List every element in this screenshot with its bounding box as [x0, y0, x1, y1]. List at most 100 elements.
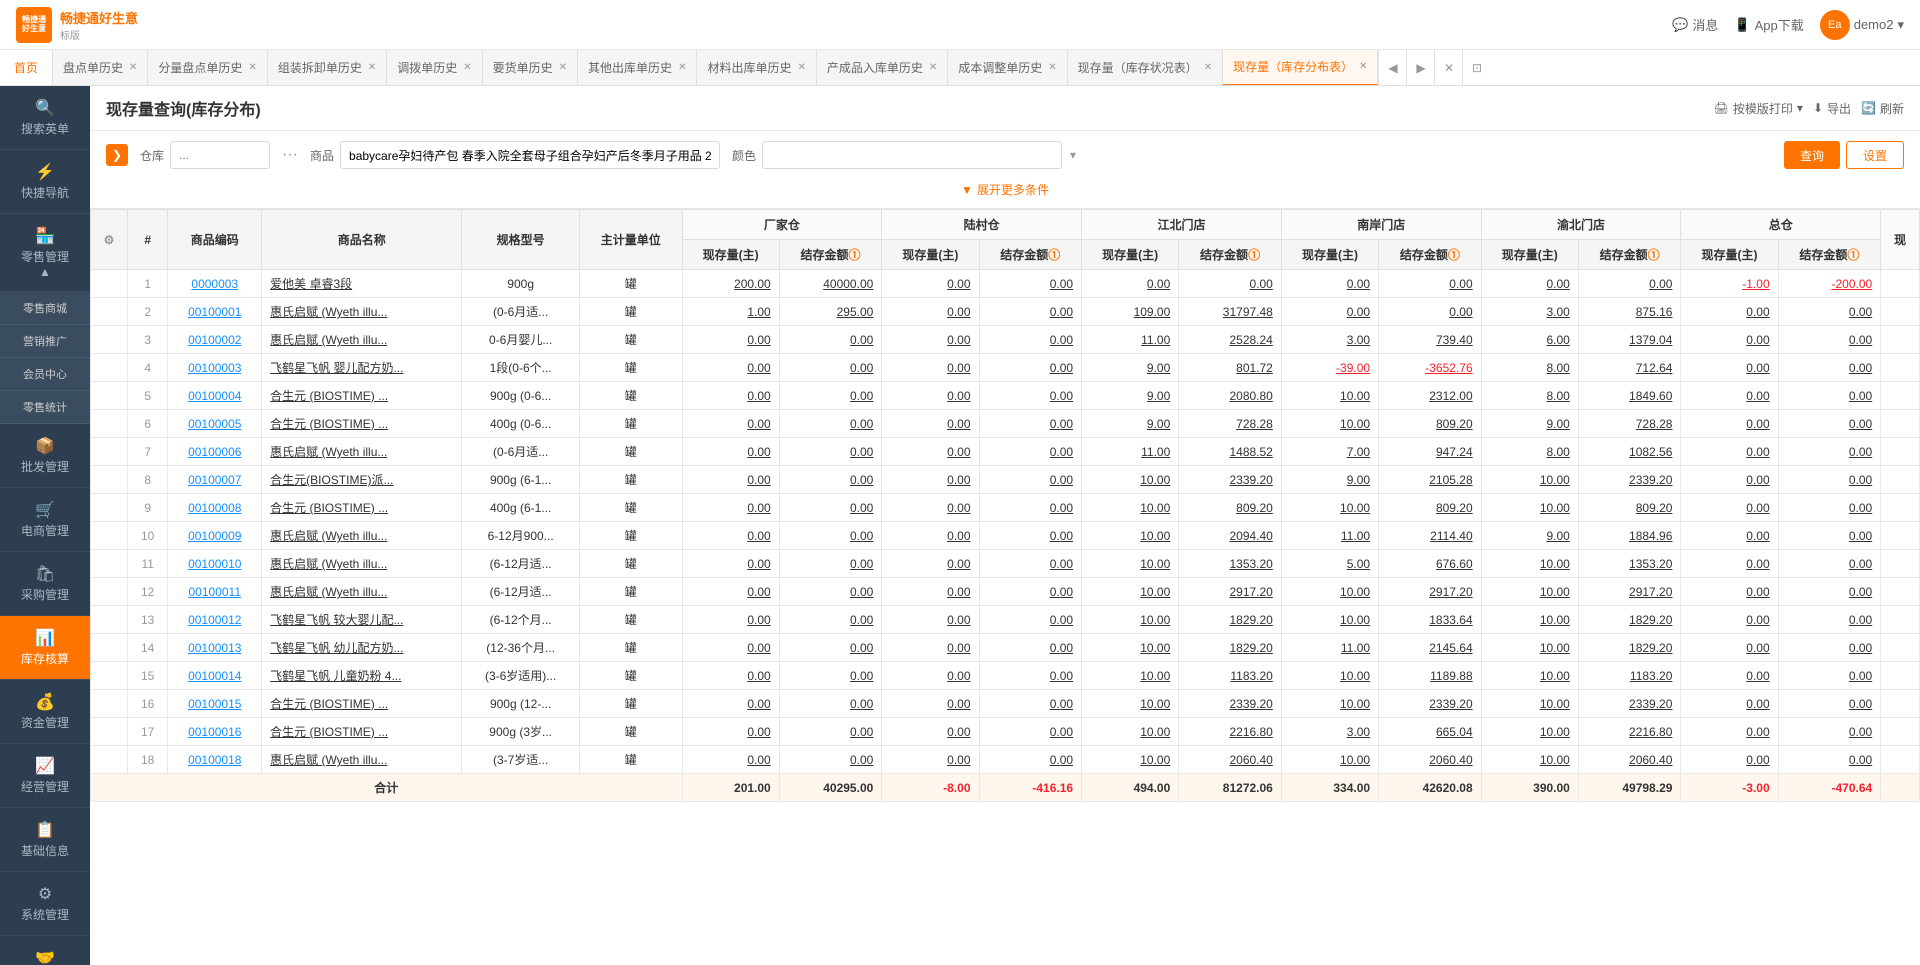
- row-name[interactable]: 合生元(BIOSTIME)派...: [262, 466, 462, 494]
- row-check[interactable]: [91, 690, 128, 718]
- row-check[interactable]: [91, 746, 128, 774]
- row-code[interactable]: 0000003: [168, 270, 262, 298]
- tab-close-all-btn[interactable]: ✕: [1434, 50, 1462, 86]
- row-name[interactable]: 惠氏启赋 (Wyeth illu...: [262, 578, 462, 606]
- app-download-btn[interactable]: 📱 App下载: [1734, 15, 1803, 34]
- setting-button[interactable]: 设置: [1846, 141, 1904, 169]
- sidebar-item-finance[interactable]: 💰 资金管理: [0, 680, 90, 744]
- tab-material-out[interactable]: 材料出库单历史✕: [697, 50, 816, 86]
- sidebar-item-marketing[interactable]: 营销推广: [0, 325, 90, 358]
- tab-close-adjust[interactable]: ✕: [463, 62, 471, 73]
- color-input[interactable]: [762, 141, 1062, 169]
- search-button[interactable]: 查询: [1784, 141, 1840, 169]
- sidebar-item-retail[interactable]: 🏪 零售管理 ▲: [0, 214, 90, 292]
- row-name[interactable]: 合生元 (BIOSTIME) ...: [262, 690, 462, 718]
- row-name[interactable]: 合生元 (BIOSTIME) ...: [262, 410, 462, 438]
- row-check[interactable]: [91, 410, 128, 438]
- row-name[interactable]: 飞鹤星飞帆 较大婴儿配...: [262, 606, 462, 634]
- row-check[interactable]: [91, 662, 128, 690]
- tab-close-split[interactable]: ✕: [248, 62, 256, 73]
- message-btn[interactable]: 💬 消息: [1672, 15, 1718, 34]
- row-check[interactable]: [91, 326, 128, 354]
- tab-close-stock-dist[interactable]: ✕: [1359, 61, 1367, 72]
- row-code[interactable]: 00100009: [168, 522, 262, 550]
- tab-adjust[interactable]: 调拨单历史✕: [387, 50, 482, 86]
- row-code[interactable]: 00100007: [168, 466, 262, 494]
- tab-close-stock-status[interactable]: ✕: [1204, 62, 1212, 73]
- row-code[interactable]: 00100005: [168, 410, 262, 438]
- sidebar-item-mall[interactable]: 零售商城: [0, 292, 90, 325]
- row-code[interactable]: 00100001: [168, 298, 262, 326]
- row-name[interactable]: 爱他美 卓睿3段: [262, 270, 462, 298]
- sidebar-item-system[interactable]: ⚙ 系统管理: [0, 872, 90, 936]
- row-code[interactable]: 00100016: [168, 718, 262, 746]
- row-name[interactable]: 惠氏启赋 (Wyeth illu...: [262, 522, 462, 550]
- row-name[interactable]: 飞鹤星飞帆 儿童奶粉 4...: [262, 662, 462, 690]
- row-check[interactable]: [91, 354, 128, 382]
- sidebar-item-member[interactable]: 会员中心: [0, 358, 90, 391]
- row-name[interactable]: 惠氏启赋 (Wyeth illu...: [262, 746, 462, 774]
- tab-expand-btn[interactable]: ⊡: [1462, 50, 1490, 86]
- row-code[interactable]: 00100002: [168, 326, 262, 354]
- row-name[interactable]: 惠氏启赋 (Wyeth illu...: [262, 550, 462, 578]
- row-check[interactable]: [91, 298, 128, 326]
- row-check[interactable]: [91, 494, 128, 522]
- tab-close-product-in[interactable]: ✕: [929, 62, 937, 73]
- sidebar-item-operations[interactable]: 📈 经营管理: [0, 744, 90, 808]
- tab-close-cost-adjust[interactable]: ✕: [1048, 62, 1056, 73]
- product-input[interactable]: [340, 141, 720, 169]
- tab-cost-adjust[interactable]: 成本调整单历史✕: [948, 50, 1067, 86]
- sidebar-item-purchase[interactable]: 🛍 采购管理: [0, 552, 90, 616]
- tab-product-in[interactable]: 产成品入库单历史✕: [817, 50, 948, 86]
- row-check[interactable]: [91, 522, 128, 550]
- row-code[interactable]: 00100003: [168, 354, 262, 382]
- tab-stock-dist[interactable]: 现存量（库存分布表）✕: [1223, 50, 1378, 86]
- row-code[interactable]: 00100018: [168, 746, 262, 774]
- tab-checklist[interactable]: 盘点单历史✕: [53, 50, 148, 86]
- user-area[interactable]: Ea demo2 ▾: [1820, 10, 1904, 40]
- tab-close-order[interactable]: ✕: [559, 62, 567, 73]
- row-check[interactable]: [91, 438, 128, 466]
- th-gear[interactable]: ⚙: [91, 210, 128, 270]
- sidebar-item-retail-stats[interactable]: 零售统计: [0, 391, 90, 424]
- tab-close-material-out[interactable]: ✕: [797, 62, 805, 73]
- row-name[interactable]: 合生元 (BIOSTIME) ...: [262, 494, 462, 522]
- row-check[interactable]: [91, 466, 128, 494]
- row-check[interactable]: [91, 606, 128, 634]
- refresh-btn[interactable]: 🔄 刷新: [1861, 100, 1904, 117]
- filter-collapse-btn[interactable]: ❯: [106, 144, 128, 166]
- row-check[interactable]: [91, 382, 128, 410]
- export-btn[interactable]: ⬇ 导出: [1813, 100, 1851, 117]
- tab-order[interactable]: 要货单历史✕: [483, 50, 578, 86]
- tab-disassemble[interactable]: 组装拆卸单历史✕: [268, 50, 387, 86]
- sidebar-item-basic[interactable]: 📋 基础信息: [0, 808, 90, 872]
- row-code[interactable]: 00100010: [168, 550, 262, 578]
- tab-close-other-out[interactable]: ✕: [678, 62, 686, 73]
- tab-next-btn[interactable]: ▶: [1406, 50, 1434, 86]
- row-check[interactable]: [91, 270, 128, 298]
- tab-prev-btn[interactable]: ◀: [1378, 50, 1406, 86]
- row-code[interactable]: 00100014: [168, 662, 262, 690]
- tab-other-out[interactable]: 其他出库单历史✕: [578, 50, 697, 86]
- row-name[interactable]: 飞鹤星飞帆 婴儿配方奶...: [262, 354, 462, 382]
- row-name[interactable]: 惠氏启赋 (Wyeth illu...: [262, 298, 462, 326]
- print-btn[interactable]: 🖨 按模版打印 ▾: [1714, 100, 1803, 117]
- tab-home[interactable]: 首页: [0, 50, 53, 86]
- warehouse-ellipsis[interactable]: ···: [282, 146, 298, 164]
- row-check[interactable]: [91, 634, 128, 662]
- row-code[interactable]: 00100012: [168, 606, 262, 634]
- row-check[interactable]: [91, 550, 128, 578]
- sidebar-item-ecommerce[interactable]: 🛒 电商管理: [0, 488, 90, 552]
- row-code[interactable]: 00100015: [168, 690, 262, 718]
- sidebar-item-collab[interactable]: 🤝 企业协同: [0, 936, 90, 965]
- tab-close-disassemble[interactable]: ✕: [368, 62, 376, 73]
- row-code[interactable]: 00100008: [168, 494, 262, 522]
- table-area[interactable]: ⚙ # 商品编码 商品名称 规格型号 主计量单位 厂家仓 陆村仓 江北门店 南岸…: [90, 209, 1920, 965]
- sidebar-item-search[interactable]: 🔍 搜索英单: [0, 86, 90, 150]
- sidebar-item-quicknav[interactable]: ⚡ 快捷导航: [0, 150, 90, 214]
- expand-conditions-btn[interactable]: ▼ 展开更多条件: [961, 181, 1049, 198]
- tab-split-check[interactable]: 分量盘点单历史✕: [148, 50, 267, 86]
- sidebar-item-wholesale[interactable]: 📦 批发管理: [0, 424, 90, 488]
- row-name[interactable]: 惠氏启赋 (Wyeth illu...: [262, 326, 462, 354]
- tab-close-checklist[interactable]: ✕: [129, 62, 137, 73]
